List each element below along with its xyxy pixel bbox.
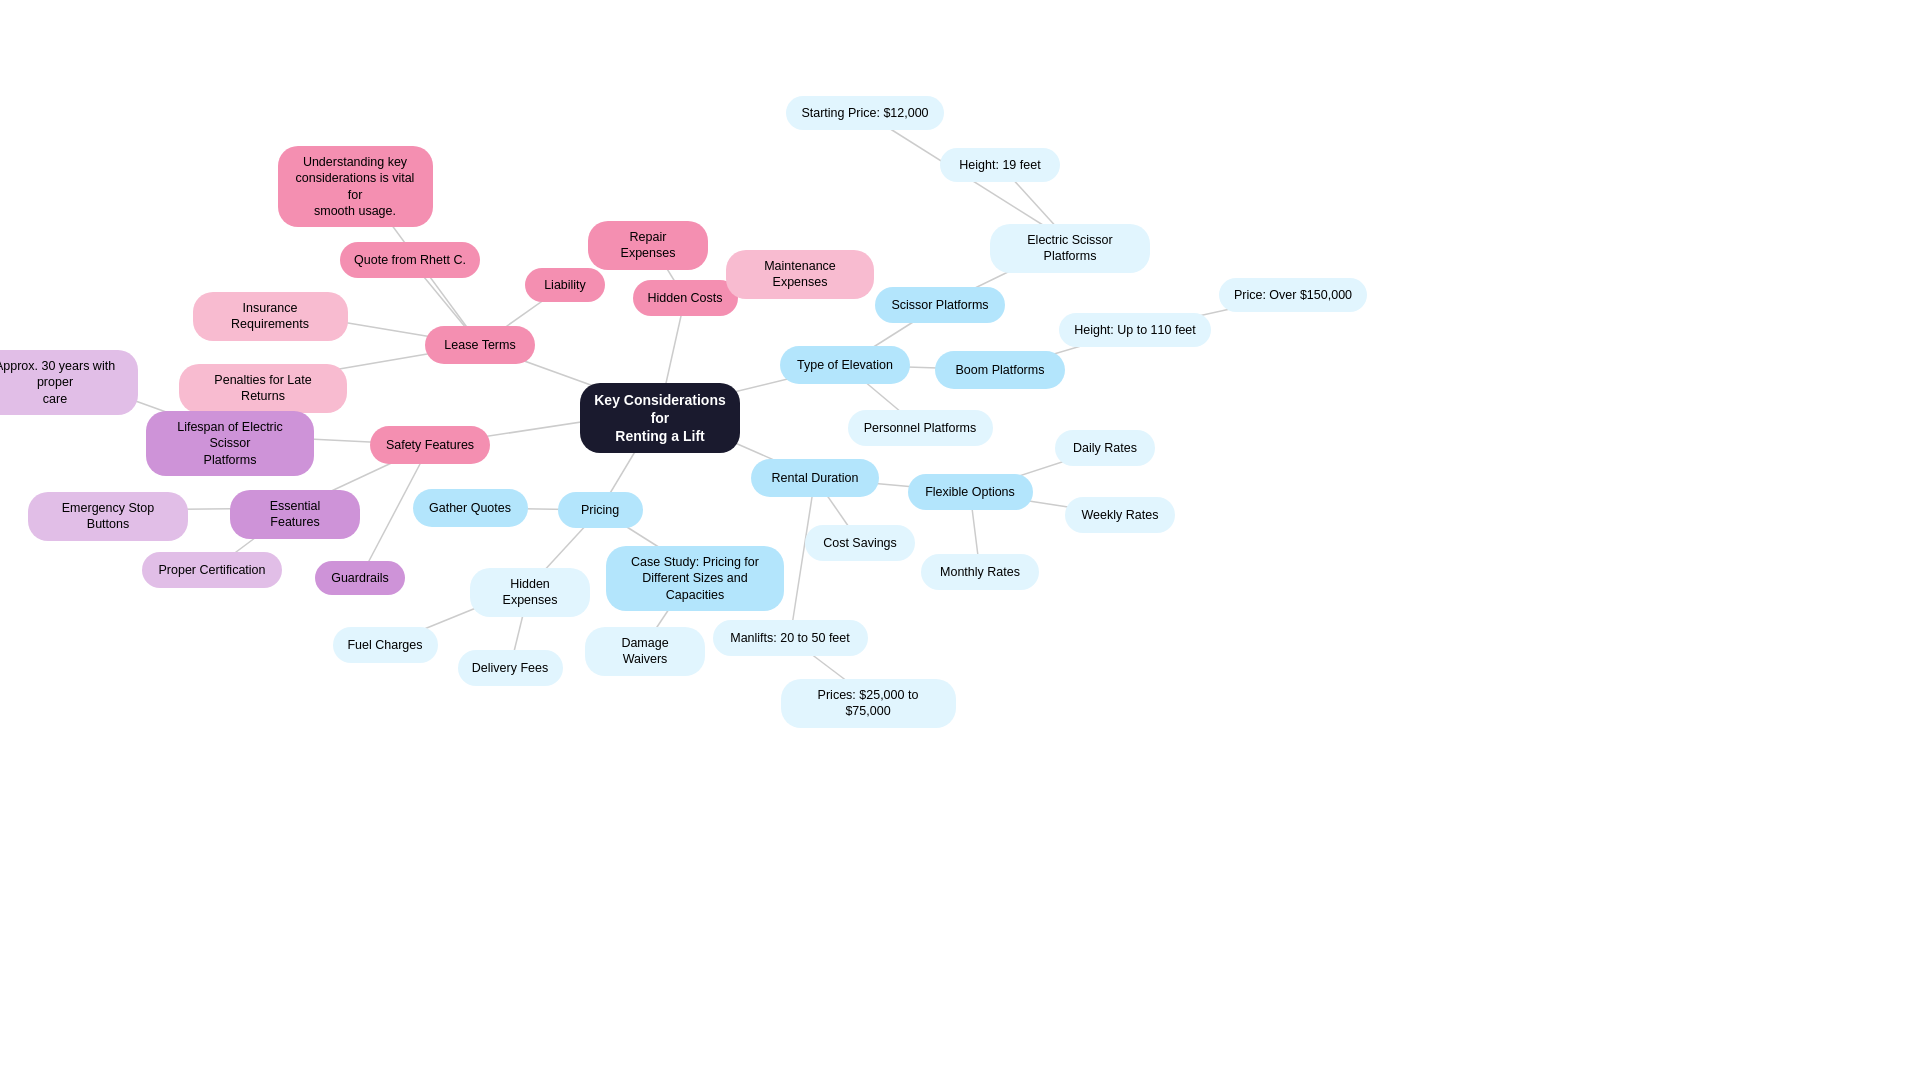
node-prices25_75[interactable]: Prices: $25,000 to $75,000 — [781, 679, 956, 728]
node-boom_plat[interactable]: Boom Platforms — [935, 351, 1065, 389]
node-damage_waivers[interactable]: Damage Waivers — [585, 627, 705, 676]
node-guardrails[interactable]: Guardrails — [315, 561, 405, 595]
node-flexible_opts[interactable]: Flexible Options — [908, 474, 1033, 510]
node-understanding[interactable]: Understanding key considerations is vita… — [278, 146, 433, 227]
node-scissor_plat[interactable]: Scissor Platforms — [875, 287, 1005, 323]
node-insurance[interactable]: Insurance Requirements — [193, 292, 348, 341]
node-elec_scissor[interactable]: Electric Scissor Platforms — [990, 224, 1150, 273]
node-hidden_costs[interactable]: Hidden Costs — [633, 280, 738, 316]
node-personnel_plat[interactable]: Personnel Platforms — [848, 410, 993, 446]
node-lease_terms[interactable]: Lease Terms — [425, 326, 535, 364]
node-penalties[interactable]: Penalties for Late Returns — [179, 364, 347, 413]
node-cost_savings[interactable]: Cost Savings — [805, 525, 915, 561]
node-center[interactable]: Key Considerations for Renting a Lift — [580, 383, 740, 454]
node-approx30[interactable]: Approx. 30 years with proper care — [0, 350, 138, 415]
node-manlifts[interactable]: Manlifts: 20 to 50 feet — [713, 620, 868, 656]
node-hidden_exp[interactable]: Hidden Expenses — [470, 568, 590, 617]
node-emergency[interactable]: Emergency Stop Buttons — [28, 492, 188, 541]
node-height110[interactable]: Height: Up to 110 feet — [1059, 313, 1211, 347]
node-maintenance[interactable]: Maintenance Expenses — [726, 250, 874, 299]
node-starting_price[interactable]: Starting Price: $12,000 — [786, 96, 944, 130]
connection-rental_duration-manlifts — [790, 478, 815, 638]
node-height19[interactable]: Height: 19 feet — [940, 148, 1060, 182]
node-liability[interactable]: Liability — [525, 268, 605, 302]
node-repair_exp[interactable]: Repair Expenses — [588, 221, 708, 270]
node-weekly_rates[interactable]: Weekly Rates — [1065, 497, 1175, 533]
node-safety_features[interactable]: Safety Features — [370, 426, 490, 464]
node-pricing[interactable]: Pricing — [558, 492, 643, 528]
node-case_study[interactable]: Case Study: Pricing for Different Sizes … — [606, 546, 784, 611]
node-price150[interactable]: Price: Over $150,000 — [1219, 278, 1367, 312]
node-type_elevation[interactable]: Type of Elevation — [780, 346, 910, 384]
node-delivery_fees[interactable]: Delivery Fees — [458, 650, 563, 686]
node-essential[interactable]: Essential Features — [230, 490, 360, 539]
node-lifespan[interactable]: Lifespan of Electric Scissor Platforms — [146, 411, 314, 476]
node-proper_cert[interactable]: Proper Certification — [142, 552, 282, 588]
mindmap-container: Key Considerations for Renting a Lift Lea… — [0, 0, 1920, 1083]
node-fuel_charges[interactable]: Fuel Charges — [333, 627, 438, 663]
node-rental_duration[interactable]: Rental Duration — [751, 459, 879, 497]
node-gather_quotes[interactable]: Gather Quotes — [413, 489, 528, 527]
node-monthly_rates[interactable]: Monthly Rates — [921, 554, 1039, 590]
node-daily_rates[interactable]: Daily Rates — [1055, 430, 1155, 466]
node-quote_rhett[interactable]: Quote from Rhett C. — [340, 242, 480, 278]
